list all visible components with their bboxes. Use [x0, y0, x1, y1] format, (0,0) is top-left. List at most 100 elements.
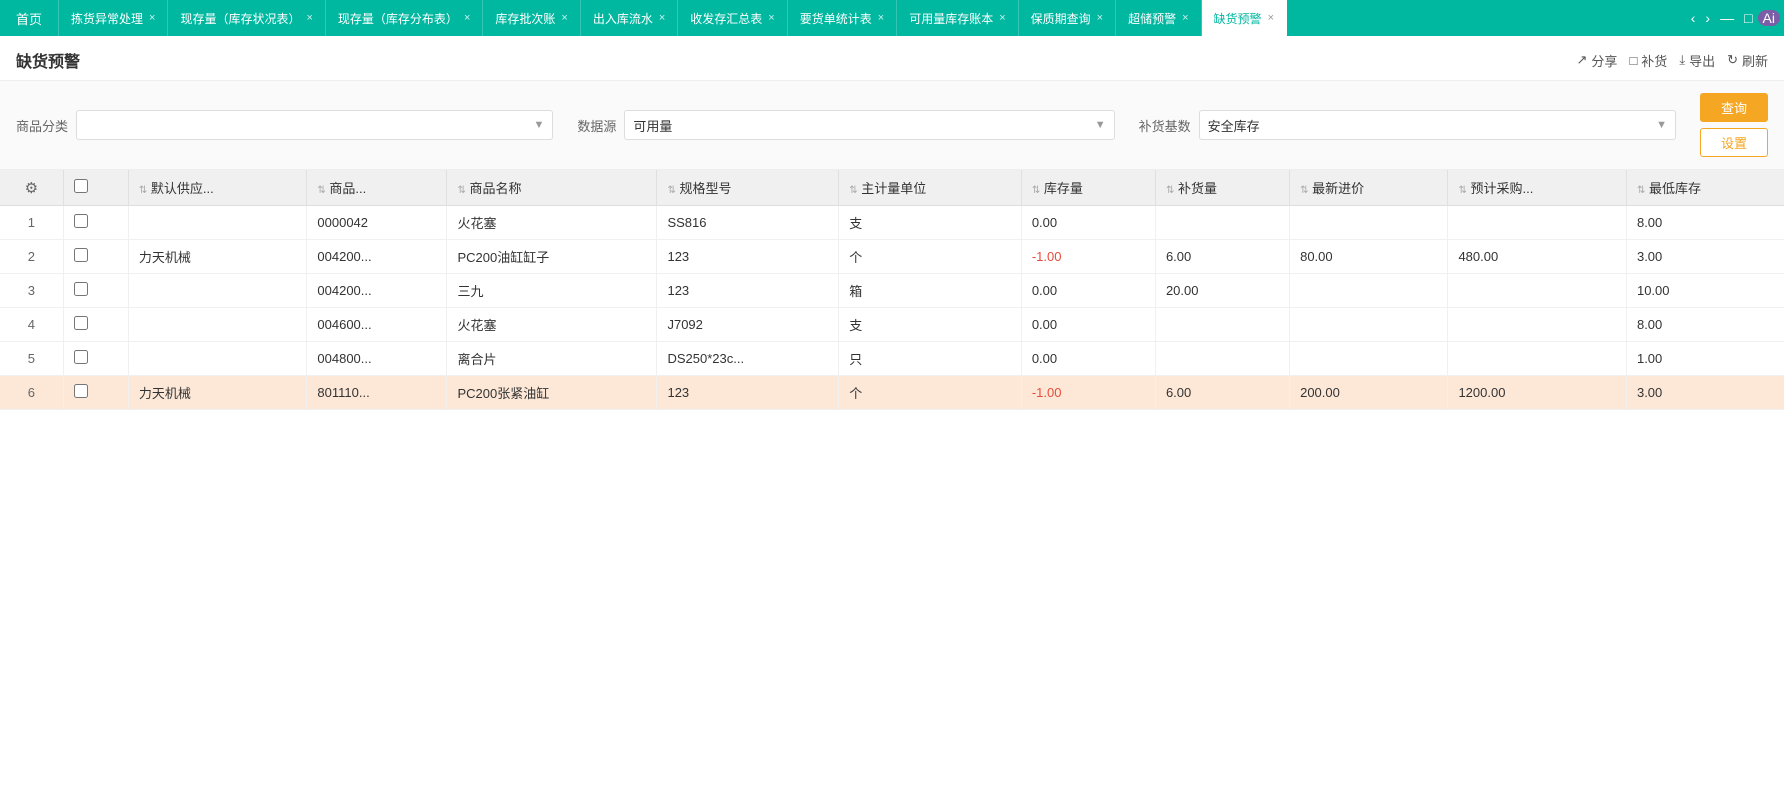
close-order-stats-icon[interactable]: × — [878, 12, 884, 24]
row-num-cell: 3 — [0, 274, 63, 308]
tab-batch-account[interactable]: 库存批次账 × — [483, 0, 580, 36]
datasource-chevron-icon: ▼ — [1095, 119, 1106, 131]
spec-cell: 123 — [657, 274, 839, 308]
close-inventory-status-icon[interactable]: × — [306, 12, 312, 24]
stock-cell: -1.00 — [1021, 376, 1155, 410]
table-row: 10000042火花塞SS816支0.008.00 — [0, 206, 1784, 240]
product-code-cell: 004800... — [307, 342, 447, 376]
th-stock[interactable]: ⇅ 库存量 — [1021, 170, 1155, 206]
close-receive-summary-icon[interactable]: × — [768, 12, 774, 24]
query-button[interactable]: 查询 — [1700, 93, 1768, 122]
unit-cell: 个 — [839, 376, 1022, 410]
close-shortage-icon[interactable]: × — [1268, 12, 1274, 24]
datasource-label: 数据源 — [577, 116, 616, 135]
restock-action[interactable]: □ 补货 — [1629, 51, 1667, 70]
est-purchase-cell — [1448, 342, 1627, 376]
close-inventory-dist-icon[interactable]: × — [464, 12, 470, 24]
est-purchase-cell: 480.00 — [1448, 240, 1627, 274]
restock-qty-cell: 6.00 — [1155, 240, 1289, 274]
page-title: 缺货预警 — [16, 48, 80, 72]
row-checkbox[interactable] — [74, 214, 88, 228]
product-name-cell: 火花塞 — [447, 308, 657, 342]
tab-batch-account-label: 库存批次账 — [495, 10, 555, 27]
refresh-action[interactable]: ↻ 刷新 — [1727, 51, 1768, 70]
tab-next-button[interactable]: › — [1700, 10, 1715, 26]
tab-inventory-dist[interactable]: 现存量（库存分布表） × — [326, 0, 483, 36]
unit-cell: 只 — [839, 342, 1022, 376]
settings-button[interactable]: 设置 — [1700, 128, 1768, 157]
tab-available-ledger[interactable]: 可用量库存账本 × — [897, 0, 1018, 36]
th-min-stock[interactable]: ⇅ 最低库存 — [1626, 170, 1784, 206]
tab-order-stats[interactable]: 要货单统计表 × — [788, 0, 897, 36]
th-est-purchase[interactable]: ⇅ 预计采购... — [1448, 170, 1627, 206]
restock-icon: □ — [1629, 53, 1637, 68]
th-product-name[interactable]: ⇅ 商品名称 — [447, 170, 657, 206]
row-checkbox[interactable] — [74, 282, 88, 296]
tab-order-stats-label: 要货单统计表 — [800, 10, 872, 27]
unit-cell: 个 — [839, 240, 1022, 274]
ai-badge[interactable]: Ai — [1758, 10, 1780, 26]
tab-prev-button[interactable]: ‹ — [1686, 10, 1701, 26]
window-maximize-button[interactable]: □ — [1739, 10, 1757, 26]
product-name-cell: 火花塞 — [447, 206, 657, 240]
close-batch-account-icon[interactable]: × — [561, 12, 567, 24]
tab-receive-summary-label: 收发存汇总表 — [690, 10, 762, 27]
page-content: 缺货预警 ↗ 分享 □ 补货 ⤓ 导出 ↻ 刷新 商品分类 — [0, 36, 1784, 796]
tab-shortage[interactable]: 缺货预警 × — [1202, 0, 1287, 36]
export-icon: ⤓ — [1679, 52, 1685, 68]
category-select[interactable]: ▼ — [76, 110, 553, 140]
refresh-icon: ↻ — [1727, 52, 1738, 68]
spec-cell: J7092 — [657, 308, 839, 342]
th-latest-price[interactable]: ⇅ 最新进价 — [1290, 170, 1448, 206]
th-product-code[interactable]: ⇅ 商品... — [307, 170, 447, 206]
min-stock-cell: 3.00 — [1626, 376, 1784, 410]
restock-qty-cell — [1155, 206, 1289, 240]
tab-exception[interactable]: 拣货异常处理 × — [59, 0, 168, 36]
tab-receive-summary[interactable]: 收发存汇总表 × — [678, 0, 787, 36]
close-available-ledger-icon[interactable]: × — [999, 12, 1005, 24]
select-all-checkbox[interactable] — [74, 179, 88, 193]
tab-overstock[interactable]: 超储预警 × — [1116, 0, 1201, 36]
tab-inout-flow[interactable]: 出入库流水 × — [581, 0, 678, 36]
row-checkbox-cell — [63, 376, 128, 410]
tab-home[interactable]: 首页 — [0, 0, 59, 36]
spec-cell: SS816 — [657, 206, 839, 240]
row-checkbox[interactable] — [74, 384, 88, 398]
table-row: 3004200...三九123箱0.0020.0010.00 — [0, 274, 1784, 308]
close-inout-flow-icon[interactable]: × — [659, 12, 665, 24]
tab-expiry-query-label: 保质期查询 — [1031, 10, 1091, 27]
gear-icon[interactable]: ⚙ — [25, 180, 38, 197]
product-code-cell: 004200... — [307, 274, 447, 308]
close-expiry-query-icon[interactable]: × — [1097, 12, 1103, 24]
close-overstock-icon[interactable]: × — [1182, 12, 1188, 24]
tab-inout-flow-label: 出入库流水 — [593, 10, 653, 27]
stock-cell: 0.00 — [1021, 342, 1155, 376]
min-stock-cell: 8.00 — [1626, 206, 1784, 240]
row-checkbox[interactable] — [74, 248, 88, 262]
restock-base-select[interactable]: 安全库存 ▼ — [1199, 110, 1676, 140]
row-checkbox[interactable] — [74, 316, 88, 330]
tab-expiry-query[interactable]: 保质期查询 × — [1019, 0, 1116, 36]
th-settings[interactable]: ⚙ — [0, 170, 63, 206]
th-spec[interactable]: ⇅ 规格型号 — [657, 170, 839, 206]
category-chevron-icon: ▼ — [533, 119, 544, 131]
th-unit[interactable]: ⇅ 主计量单位 — [839, 170, 1022, 206]
window-minimize-button[interactable]: — — [1715, 10, 1739, 26]
row-num-cell: 6 — [0, 376, 63, 410]
unit-cell: 支 — [839, 206, 1022, 240]
th-default-supplier[interactable]: ⇅ 默认供应... — [128, 170, 307, 206]
default-supplier-cell: 力天机械 — [128, 376, 307, 410]
export-action[interactable]: ⤓ 导出 — [1679, 51, 1715, 70]
filter-group-category: 商品分类 ▼ — [16, 110, 553, 140]
share-action[interactable]: ↗ 分享 — [1577, 51, 1618, 70]
filter-group-datasource: 数据源 可用量 ▼ — [577, 110, 1114, 140]
tab-inventory-status[interactable]: 现存量（库存状况表） × — [168, 0, 325, 36]
latest-price-cell — [1290, 274, 1448, 308]
row-checkbox[interactable] — [74, 350, 88, 364]
tab-available-ledger-label: 可用量库存账本 — [909, 10, 993, 27]
tab-exception-label: 拣货异常处理 — [71, 10, 143, 27]
close-exception-icon[interactable]: × — [149, 12, 155, 24]
th-restock-qty[interactable]: ⇅ 补货量 — [1155, 170, 1289, 206]
table-row: 4004600...火花塞J7092支0.008.00 — [0, 308, 1784, 342]
datasource-select[interactable]: 可用量 ▼ — [624, 110, 1114, 140]
